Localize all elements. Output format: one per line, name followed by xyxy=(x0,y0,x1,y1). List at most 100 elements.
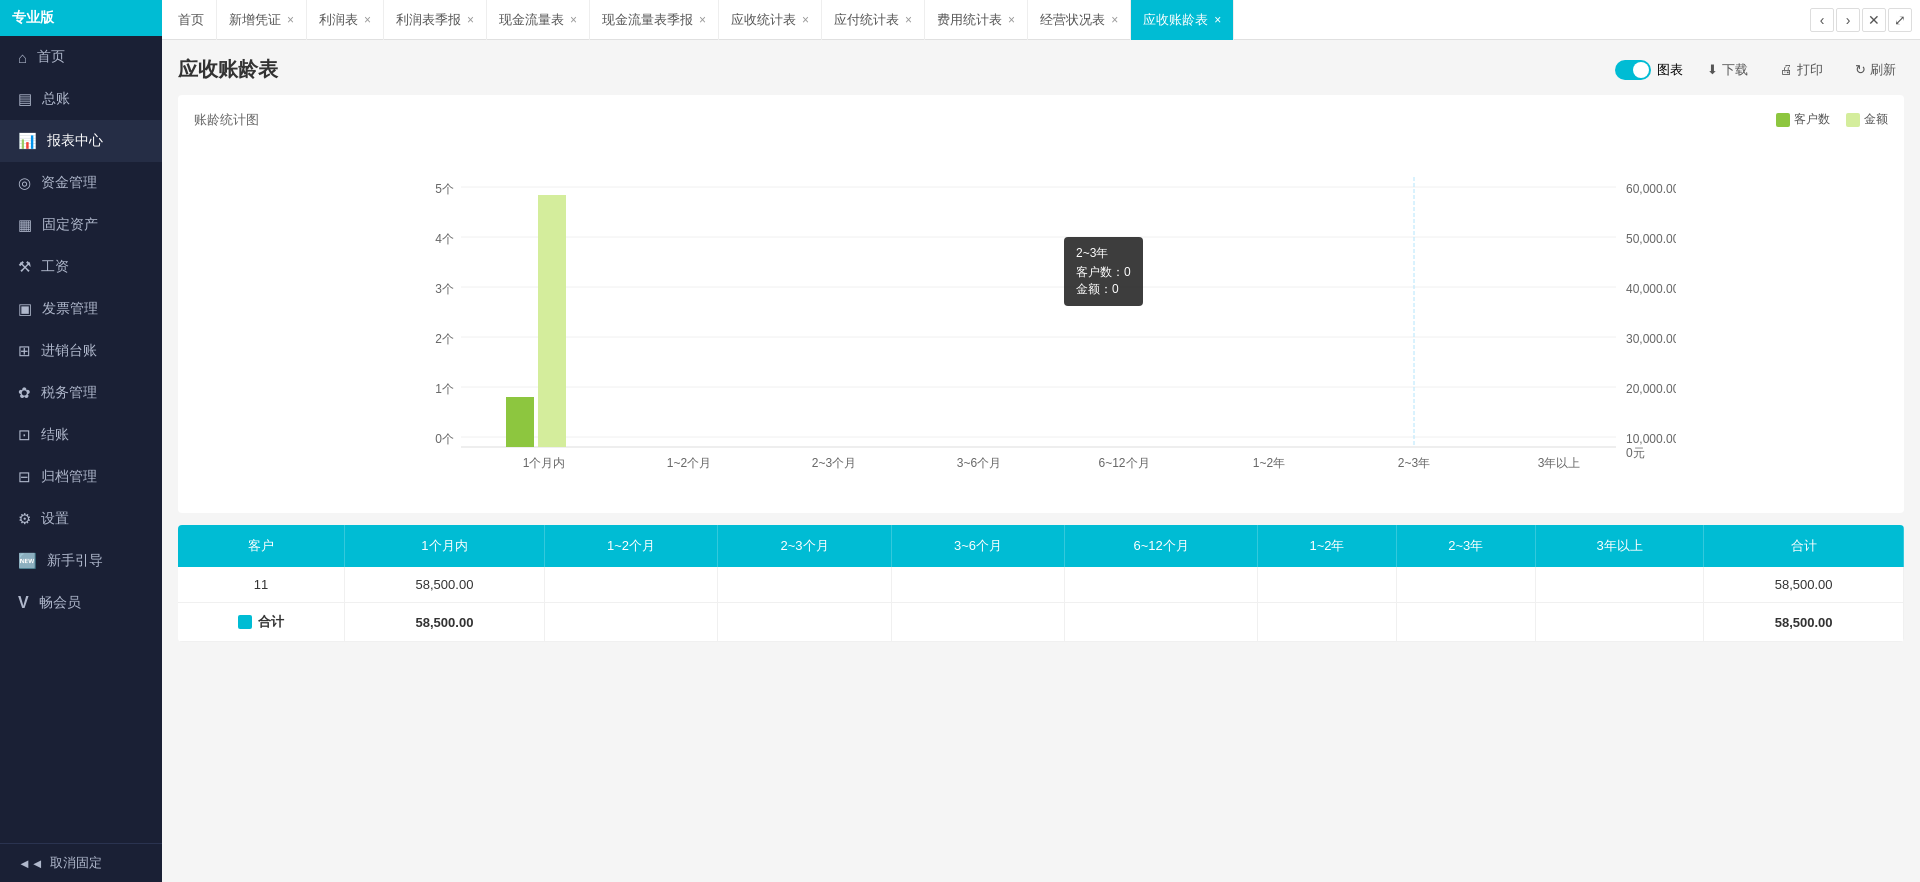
customers-color-dot xyxy=(1776,113,1790,127)
tab-bar: 首页 新增凭证 × 利润表 × 利润表季报 × 现金流量表 × 现金流量表季报 … xyxy=(162,0,1920,40)
tab-cashflow-quarterly[interactable]: 现金流量表季报 × xyxy=(590,0,719,40)
sidebar-item-assets[interactable]: ▦ 固定资产 xyxy=(0,204,162,246)
col-m12: 1~2个月 xyxy=(544,525,718,567)
reports-icon: 📊 xyxy=(18,132,37,150)
close-icon[interactable]: × xyxy=(1008,13,1015,27)
sidebar-item-guide[interactable]: 🆕 新手引导 xyxy=(0,540,162,582)
chart-title: 账龄统计图 xyxy=(194,111,1888,129)
total-label-container: 合计 xyxy=(186,613,336,631)
page-title: 应收账龄表 xyxy=(178,56,278,83)
svg-text:1~2个月: 1~2个月 xyxy=(667,456,711,470)
close-icon[interactable]: × xyxy=(699,13,706,27)
tab-maximize-button[interactable]: ⤢ xyxy=(1888,8,1912,32)
cell-y3plus xyxy=(1535,567,1704,603)
tab-prev-button[interactable]: ‹ xyxy=(1810,8,1834,32)
table-header-row: 客户 1个月内 1~2个月 2~3个月 3~6个月 6~12个月 1~2年 2~… xyxy=(178,525,1904,567)
vip-icon: V xyxy=(18,594,29,612)
tab-nav-buttons: ‹ › ✕ ⤢ xyxy=(1806,8,1916,32)
tab-new-voucher[interactable]: 新增凭证 × xyxy=(217,0,307,40)
sidebar-item-inout[interactable]: ⊞ 进销台账 xyxy=(0,330,162,372)
close-icon[interactable]: × xyxy=(1214,13,1221,27)
svg-text:60,000.00元: 60,000.00元 xyxy=(1626,182,1676,196)
close-icon[interactable]: × xyxy=(364,13,371,27)
print-icon: 🖨 xyxy=(1780,62,1793,77)
total-m612 xyxy=(1065,603,1258,642)
legend-customers-label: 客户数 xyxy=(1794,111,1830,128)
close-icon[interactable]: × xyxy=(802,13,809,27)
download-button[interactable]: ⬇ 下载 xyxy=(1699,57,1756,83)
tab-next-button[interactable]: › xyxy=(1836,8,1860,32)
tab-home-label: 首页 xyxy=(178,11,204,29)
total-y12 xyxy=(1258,603,1397,642)
tab-label: 利润表季报 xyxy=(396,11,461,29)
col-total: 合计 xyxy=(1704,525,1904,567)
svg-text:4个: 4个 xyxy=(435,232,454,246)
sidebar-item-label: 畅会员 xyxy=(39,594,81,612)
sidebar-item-settings[interactable]: ⚙ 设置 xyxy=(0,498,162,540)
chart-toggle[interactable]: 图表 xyxy=(1615,60,1683,80)
tab-ar-stats[interactable]: 应收统计表 × xyxy=(719,0,822,40)
svg-text:2~3个月: 2~3个月 xyxy=(812,456,856,470)
chart-container: 账龄统计图 客户数 金额 5个 4个 3个 2个 1个 xyxy=(178,95,1904,513)
sidebar-item-label: 设置 xyxy=(41,510,69,528)
sidebar-item-label: 首页 xyxy=(37,48,65,66)
sidebar-item-label: 新手引导 xyxy=(47,552,103,570)
table-row: 11 58,500.00 58,500.00 xyxy=(178,567,1904,603)
sidebar-item-reports[interactable]: 📊 报表中心 xyxy=(0,120,162,162)
tab-ap-stats[interactable]: 应付统计表 × xyxy=(822,0,925,40)
tab-profit-quarterly[interactable]: 利润表季报 × xyxy=(384,0,487,40)
tab-home[interactable]: 首页 xyxy=(166,0,217,40)
bar-1month-customers xyxy=(506,397,534,447)
close-icon[interactable]: × xyxy=(905,13,912,27)
sidebar-item-label: 工资 xyxy=(41,258,69,276)
sidebar-item-home[interactable]: ⌂ 首页 xyxy=(0,36,162,78)
sidebar-item-invoice[interactable]: ▣ 发票管理 xyxy=(0,288,162,330)
sidebar-item-tax[interactable]: ✿ 税务管理 xyxy=(0,372,162,414)
tab-label: 新增凭证 xyxy=(229,11,281,29)
toggle-label: 图表 xyxy=(1657,61,1683,79)
tab-operations[interactable]: 经营状况表 × xyxy=(1028,0,1131,40)
tab-cashflow[interactable]: 现金流量表 × xyxy=(487,0,590,40)
sidebar: 专业版 ⌂ 首页 ▤ 总账 📊 报表中心 ◎ 资金管理 ▦ 固定资产 ⚒ 工资 … xyxy=(0,0,162,882)
toggle-thumb xyxy=(1633,62,1649,78)
download-label: 下载 xyxy=(1722,61,1748,79)
col-y3plus: 3年以上 xyxy=(1535,525,1704,567)
tab-ar-aging[interactable]: 应收账龄表 × xyxy=(1131,0,1234,40)
tab-expense-stats[interactable]: 费用统计表 × xyxy=(925,0,1028,40)
sidebar-item-closing[interactable]: ⊡ 结账 xyxy=(0,414,162,456)
svg-text:3年以上: 3年以上 xyxy=(1538,456,1581,470)
sidebar-item-label: 固定资产 xyxy=(42,216,98,234)
tab-label: 应付统计表 xyxy=(834,11,899,29)
total-icon xyxy=(238,615,252,629)
sidebar-item-label: 结账 xyxy=(41,426,69,444)
data-table: 客户 1个月内 1~2个月 2~3个月 3~6个月 6~12个月 1~2年 2~… xyxy=(178,525,1904,642)
sidebar-item-label: 税务管理 xyxy=(41,384,97,402)
guide-icon: 🆕 xyxy=(18,552,37,570)
tab-close-all-button[interactable]: ✕ xyxy=(1862,8,1886,32)
close-icon[interactable]: × xyxy=(467,13,474,27)
page-header: 应收账龄表 图表 ⬇ 下载 🖨 打印 ↻ 刷新 xyxy=(178,56,1904,83)
closing-icon: ⊡ xyxy=(18,426,31,444)
tab-profit[interactable]: 利润表 × xyxy=(307,0,384,40)
refresh-button[interactable]: ↻ 刷新 xyxy=(1847,57,1904,83)
close-icon[interactable]: × xyxy=(570,13,577,27)
unpin-button[interactable]: ◄◄ 取消固定 xyxy=(0,843,162,882)
svg-text:10,000.00元: 10,000.00元 xyxy=(1626,432,1676,446)
archive-icon: ⊟ xyxy=(18,468,31,486)
toggle-track[interactable] xyxy=(1615,60,1651,80)
close-icon[interactable]: × xyxy=(287,13,294,27)
sidebar-item-ledger[interactable]: ▤ 总账 xyxy=(0,78,162,120)
sidebar-item-salary[interactable]: ⚒ 工资 xyxy=(0,246,162,288)
close-icon[interactable]: × xyxy=(1111,13,1118,27)
total-total: 58,500.00 xyxy=(1704,603,1904,642)
sidebar-item-label: 归档管理 xyxy=(41,468,97,486)
sidebar-item-label: 总账 xyxy=(42,90,70,108)
print-button[interactable]: 🖨 打印 xyxy=(1772,57,1831,83)
sidebar-item-vip[interactable]: V 畅会员 xyxy=(0,582,162,624)
sidebar-item-archive[interactable]: ⊟ 归档管理 xyxy=(0,456,162,498)
total-m1: 58,500.00 xyxy=(345,603,545,642)
total-m12 xyxy=(544,603,718,642)
sidebar-item-funds[interactable]: ◎ 资金管理 xyxy=(0,162,162,204)
legend-amount-label: 金额 xyxy=(1864,111,1888,128)
cell-customer: 11 xyxy=(178,567,345,603)
